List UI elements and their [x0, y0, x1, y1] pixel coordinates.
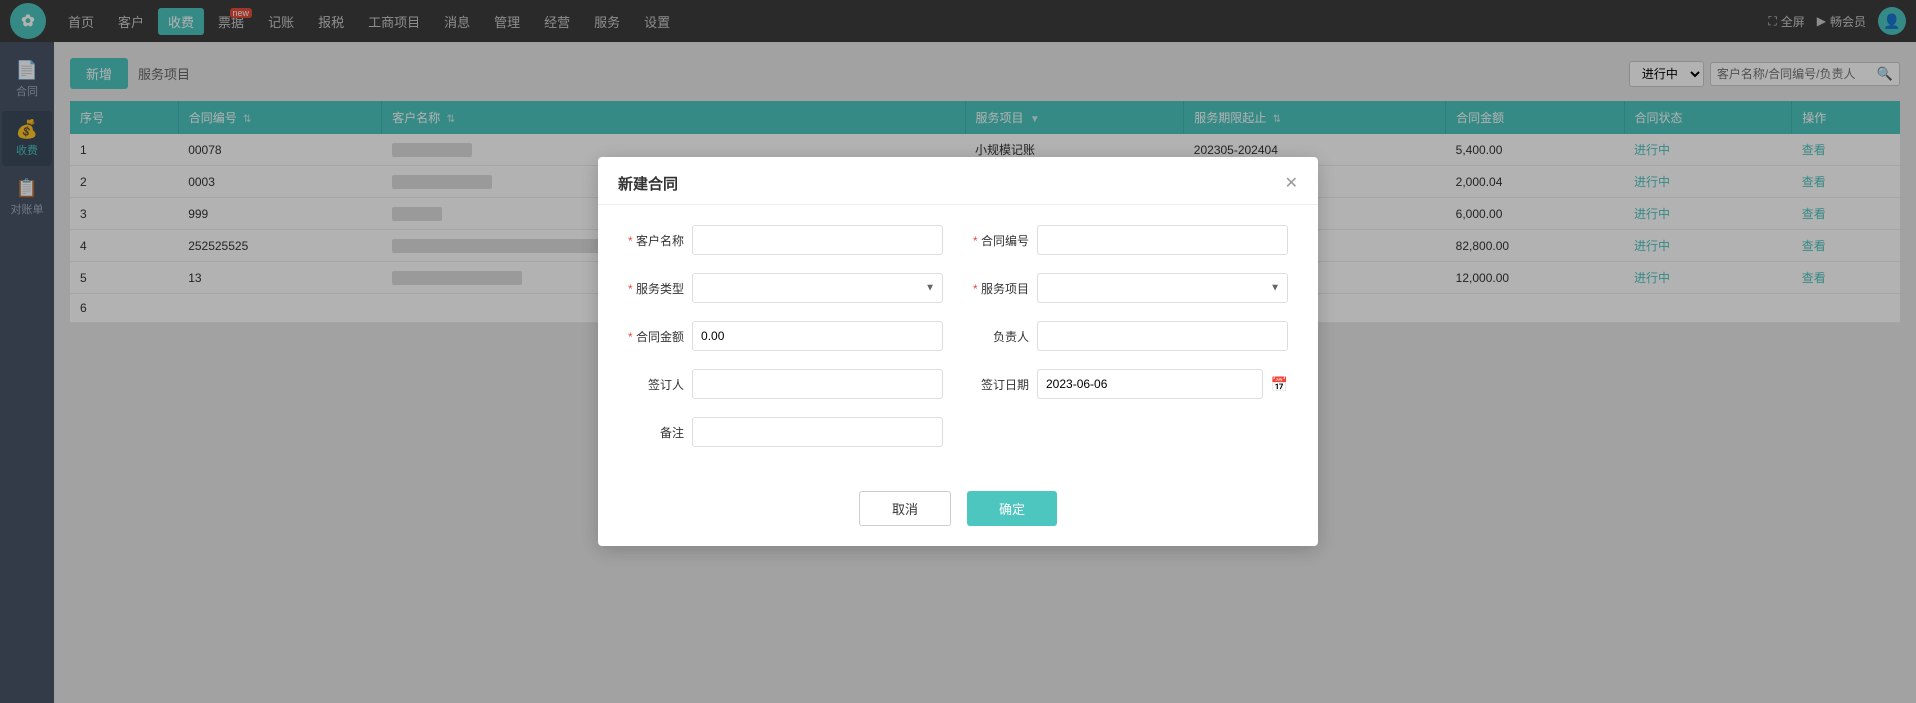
signer-label: 签订人	[628, 376, 684, 393]
form-row-5: 备注	[628, 417, 1288, 447]
form-group-sign-date: 签订日期 📅	[973, 369, 1288, 399]
confirm-button[interactable]: 确定	[967, 491, 1057, 526]
form-group-contract-no: 合同编号	[973, 225, 1288, 255]
form-group-responsible: 负责人	[973, 321, 1288, 351]
modal-close-button[interactable]: ✕	[1285, 176, 1298, 192]
form-group-signer: 签订人	[628, 369, 943, 399]
form-row-4: 签订人 签订日期 📅	[628, 369, 1288, 399]
service-type-select[interactable]	[692, 273, 943, 303]
service-item-select[interactable]	[1037, 273, 1288, 303]
modal-header: 新建合同 ✕	[598, 157, 1318, 205]
calendar-icon[interactable]: 📅	[1271, 376, 1288, 393]
amount-input[interactable]	[692, 321, 943, 351]
form-group-service-item: 服务项目	[973, 273, 1288, 303]
contract-no-label: 合同编号	[973, 232, 1029, 249]
form-row-3: 合同金额 负责人	[628, 321, 1288, 351]
form-group-amount: 合同金额	[628, 321, 943, 351]
modal-footer: 取消 确定	[598, 475, 1318, 546]
form-group-notes: 备注	[628, 417, 943, 447]
form-group-service-type: 服务类型	[628, 273, 943, 303]
notes-label: 备注	[628, 424, 684, 441]
contract-no-input[interactable]	[1037, 225, 1288, 255]
form-row-2: 服务类型 服务项目	[628, 273, 1288, 303]
service-type-label: 服务类型	[628, 280, 684, 297]
modal-title: 新建合同	[618, 173, 678, 194]
responsible-label: 负责人	[973, 328, 1029, 345]
responsible-input[interactable]	[1037, 321, 1288, 351]
customer-name-input[interactable]	[692, 225, 943, 255]
modal-body: 客户名称 合同编号 服务类型 服务项目	[598, 205, 1318, 475]
new-contract-modal: 新建合同 ✕ 客户名称 合同编号 服务类型	[598, 157, 1318, 546]
service-type-select-wrapper	[692, 273, 943, 303]
sign-date-label: 签订日期	[973, 376, 1029, 393]
sign-date-input[interactable]	[1037, 369, 1263, 399]
amount-label: 合同金额	[628, 328, 684, 345]
service-item-label: 服务项目	[973, 280, 1029, 297]
cancel-button[interactable]: 取消	[859, 491, 951, 526]
notes-input[interactable]	[692, 417, 943, 447]
service-item-select-wrapper	[1037, 273, 1288, 303]
customer-label: 客户名称	[628, 232, 684, 249]
form-row-1: 客户名称 合同编号	[628, 225, 1288, 255]
modal-overlay: 新建合同 ✕ 客户名称 合同编号 服务类型	[0, 0, 1916, 703]
signer-input[interactable]	[692, 369, 943, 399]
form-group-customer: 客户名称	[628, 225, 943, 255]
